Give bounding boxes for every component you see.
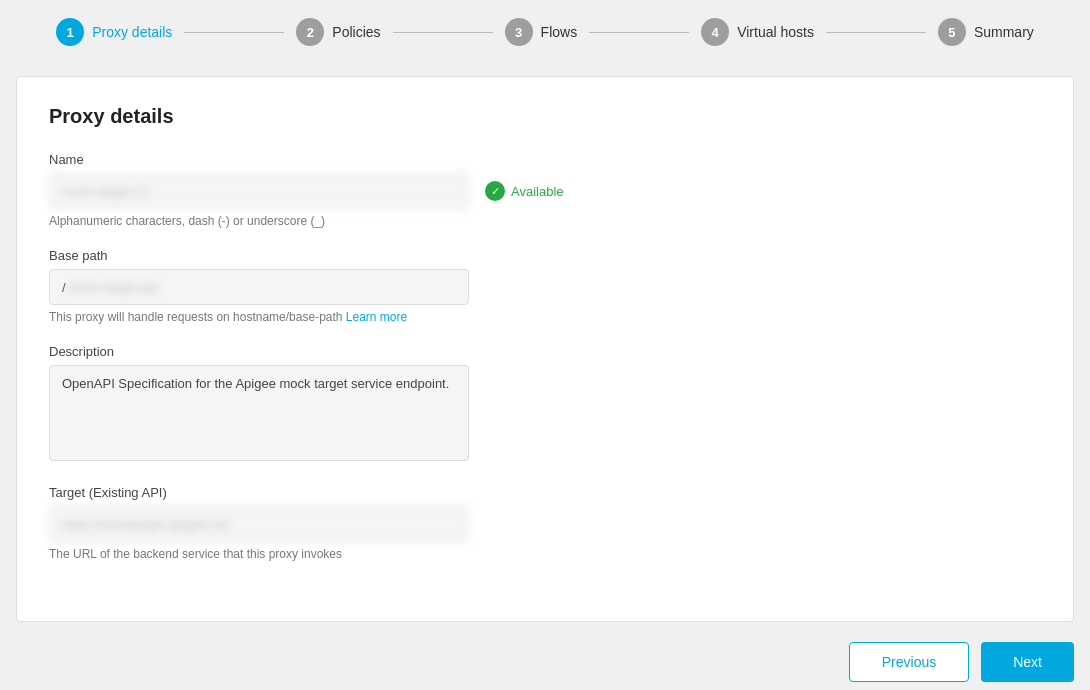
basepath-input-wrapper: / — [49, 269, 469, 305]
bottom-bar: Previous Next — [0, 634, 1090, 690]
basepath-hint-text: This proxy will handle requests on hostn… — [49, 310, 343, 324]
proxy-details-card: Proxy details Name ✓ Available Alphanume… — [16, 76, 1074, 622]
step-summary[interactable]: 5 Summary — [938, 18, 1034, 46]
step-3-label: Flows — [541, 24, 578, 40]
step-1-circle: 1 — [56, 18, 84, 46]
connector-3-4 — [589, 32, 689, 33]
page-title: Proxy details — [49, 105, 1041, 128]
description-field-group: Description OpenAPI Specification for th… — [49, 344, 1041, 465]
target-field-group: Target (Existing API) The URL of the bac… — [49, 485, 1041, 561]
step-5-label: Summary — [974, 24, 1034, 40]
name-label: Name — [49, 152, 1041, 167]
availability-text: Available — [511, 184, 564, 199]
connector-1-2 — [184, 32, 284, 33]
basepath-field-group: Base path / This proxy will handle reque… — [49, 248, 1041, 324]
target-hint: The URL of the backend service that this… — [49, 547, 1041, 561]
name-hint: Alphanumeric characters, dash (-) or und… — [49, 214, 1041, 228]
target-input[interactable] — [49, 506, 469, 542]
name-input[interactable] — [49, 173, 469, 209]
description-textarea[interactable]: OpenAPI Specification for the Apigee moc… — [49, 365, 469, 461]
basepath-prefix: / — [62, 280, 66, 295]
step-virtual-hosts[interactable]: 4 Virtual hosts — [701, 18, 814, 46]
basepath-label: Base path — [49, 248, 1041, 263]
basepath-hint: This proxy will handle requests on hostn… — [49, 310, 1041, 324]
connector-2-3 — [393, 32, 493, 33]
next-button[interactable]: Next — [981, 642, 1074, 682]
description-label: Description — [49, 344, 1041, 359]
stepper: 1 Proxy details 2 Policies 3 Flows 4 Vir… — [0, 0, 1090, 64]
basepath-input[interactable] — [68, 280, 456, 295]
content-wrapper: Proxy details Name ✓ Available Alphanume… — [0, 64, 1090, 634]
availability-badge: ✓ Available — [485, 181, 564, 201]
previous-button[interactable]: Previous — [849, 642, 969, 682]
step-flows[interactable]: 3 Flows — [505, 18, 578, 46]
step-5-circle: 5 — [938, 18, 966, 46]
connector-4-5 — [826, 32, 926, 33]
step-policies[interactable]: 2 Policies — [296, 18, 380, 46]
step-4-circle: 4 — [701, 18, 729, 46]
step-1-label: Proxy details — [92, 24, 172, 40]
step-3-circle: 3 — [505, 18, 533, 46]
check-icon: ✓ — [485, 181, 505, 201]
step-2-label: Policies — [332, 24, 380, 40]
learn-more-link[interactable]: Learn more — [346, 310, 407, 324]
name-field-group: Name ✓ Available Alphanumeric characters… — [49, 152, 1041, 228]
target-label: Target (Existing API) — [49, 485, 1041, 500]
name-field-row: ✓ Available — [49, 173, 1041, 209]
step-2-circle: 2 — [296, 18, 324, 46]
step-proxy-details[interactable]: 1 Proxy details — [56, 18, 172, 46]
step-4-label: Virtual hosts — [737, 24, 814, 40]
